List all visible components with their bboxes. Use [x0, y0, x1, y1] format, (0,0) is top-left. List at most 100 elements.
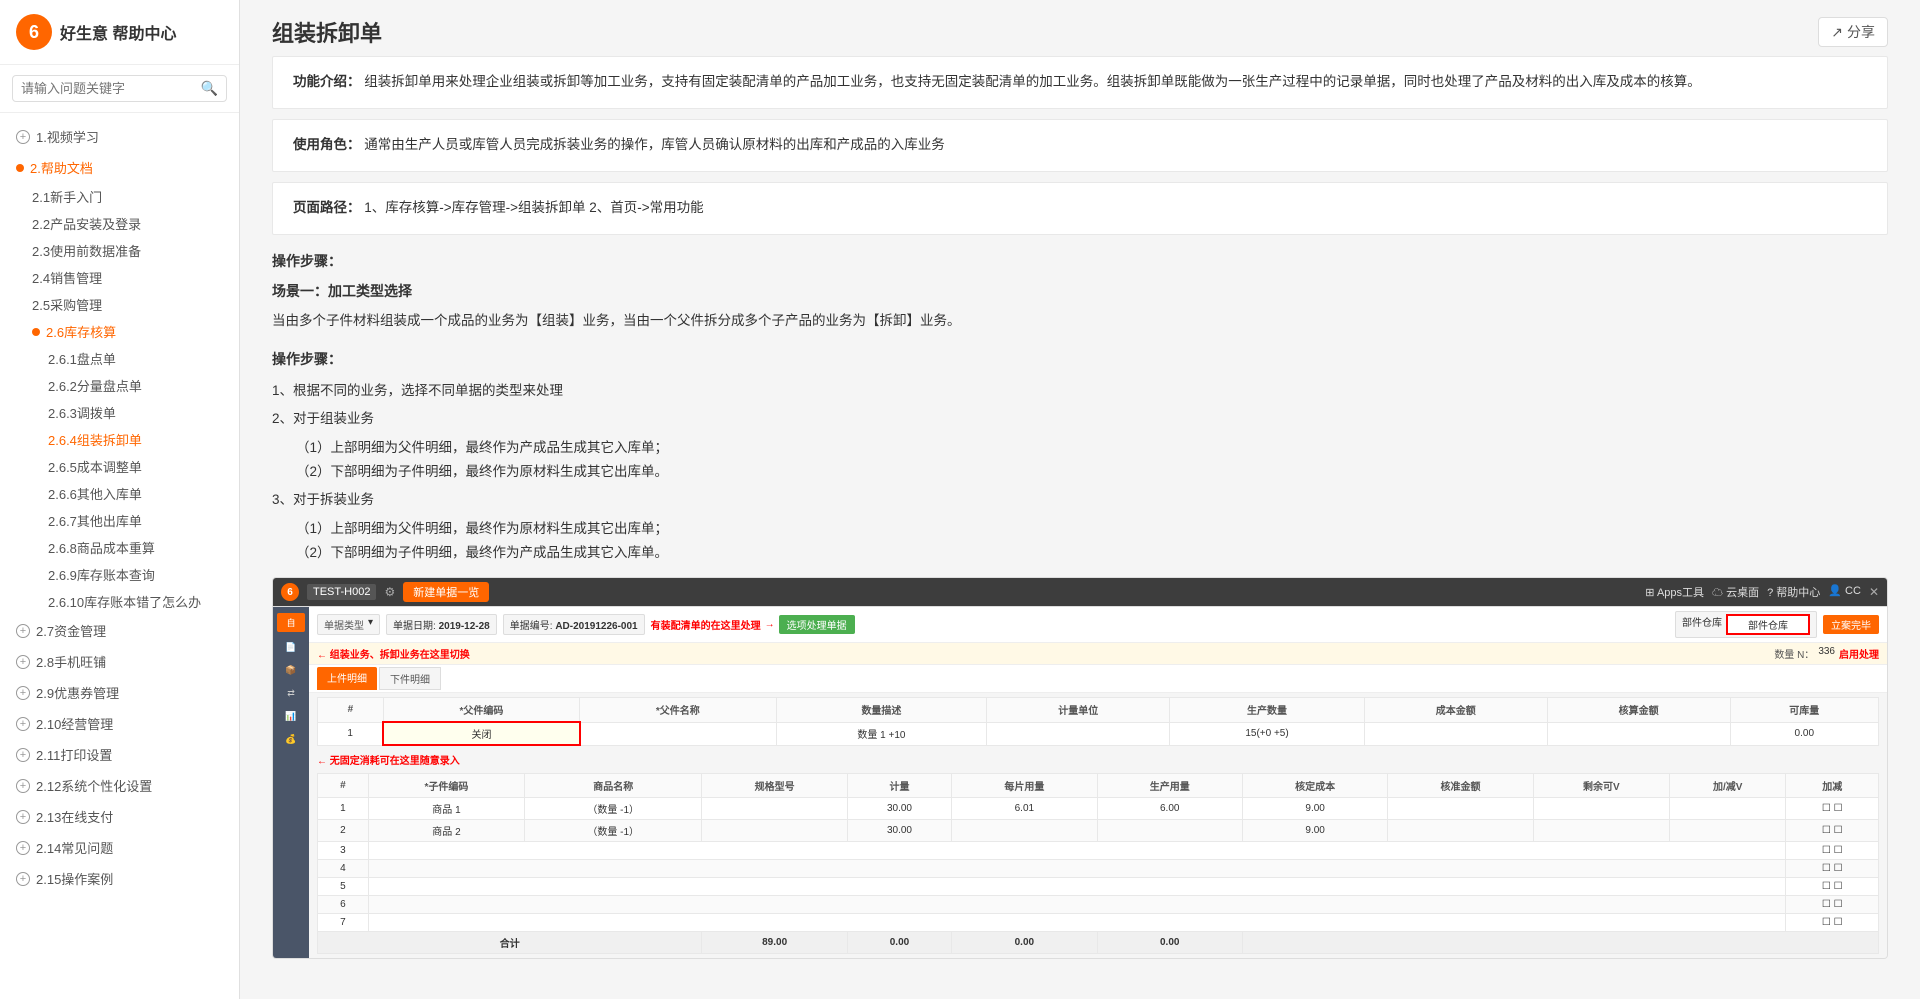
sidebar-item-2.6.9[interactable]: 2.6.9库存账本查询	[0, 561, 239, 588]
mock-code-field: 单据编号: AD-20191226-001	[503, 614, 645, 635]
mock-warehouse-input[interactable]: 部件仓库	[1726, 614, 1810, 635]
sidebar-item-2.6.4[interactable]: 2.6.4组装拆卸单	[0, 426, 239, 453]
mock-assembly-config-annotation: 有装配清单的在这里处理	[651, 617, 761, 632]
step-1: 1、根据不同的业务，选择不同单据的类型来处理	[272, 379, 1888, 403]
sidebar-item-2.4[interactable]: 2.4销售管理	[0, 264, 239, 291]
sidebar-item-2.6.2[interactable]: 2.6.2分量盘点单	[0, 372, 239, 399]
mock-lr3-op: ☐ ☐	[1786, 842, 1879, 860]
sidebar-item-2.6.5[interactable]: 2.6.5成本调整单	[0, 453, 239, 480]
mock-inventory-icon: 📦	[283, 663, 298, 678]
share-label: 分享	[1847, 22, 1875, 42]
mock-new-doc-icon: 📄	[283, 640, 298, 655]
sidebar-item-docs[interactable]: 2.帮助文档	[0, 152, 239, 183]
mock-process-select-btn[interactable]: 选项处理单据	[779, 615, 855, 634]
mock-warehouse-label: 部件仓库	[1682, 614, 1722, 635]
mock-upper-cell-avail: 0.00	[1730, 722, 1878, 745]
mock-lth-name: 商品名称	[525, 774, 702, 798]
search-input[interactable]	[21, 81, 201, 96]
mock-upper-table-container: # *父件编码 *父件名称 数量描述 计量单位 生产数量 成本金额 核算金额 可	[309, 693, 1887, 750]
page-title: 组装拆卸单	[272, 16, 382, 48]
mock-th-prod-qty: 生产数量	[1170, 698, 1365, 723]
step-3-sub-2: （2）下部明细为子件明细，最终作为产成品生成其它入库单。	[296, 541, 1888, 565]
sidebar-item-2.10[interactable]: + 2.10经营管理	[0, 708, 239, 739]
mock-lower-table-head: # *子件编码 商品名称 规格型号 计量 每片用量 生产用量 核定成本 核准金额	[318, 774, 1879, 798]
step-3-sub-1: （1）上部明细为父件明细，最终作为原材料生成其它出库单；	[296, 517, 1888, 541]
role-block: 使用角色： 通常由生产人员或库管人员完成拆装业务的操作，库管人员确认原材料的出库…	[272, 119, 1888, 172]
mock-lower-annotation-area: ← 无固定消耗可在这里随意录入	[309, 750, 1887, 769]
mock-finance-icon: 💰	[283, 732, 298, 747]
main-header: 组装拆卸单 ↗ 分享	[240, 0, 1920, 56]
mock-upper-cell-name	[580, 722, 776, 745]
mock-sidebar-icons: 自 📄 📦 ⇄ 📊 💰	[273, 607, 309, 958]
sidebar-item-2.6.3[interactable]: 2.6.3调拨单	[0, 399, 239, 426]
sidebar-item-2.15[interactable]: + 2.15操作案例	[0, 863, 239, 894]
mock-bill-type-label: 单据类型	[324, 617, 364, 632]
sidebar-item-2.6.7[interactable]: 2.6.7其他出库单	[0, 507, 239, 534]
sidebar-item-2.6[interactable]: 2.6库存核算	[0, 318, 239, 345]
mock-new-btn[interactable]: 新建单据一览	[403, 582, 489, 602]
sidebar-item-2.6.1[interactable]: 2.6.1盘点单	[0, 345, 239, 372]
sidebar-item-2.13[interactable]: + 2.13在线支付	[0, 801, 239, 832]
mock-th-avail: 可库量	[1730, 698, 1878, 723]
mock-bill-type-select[interactable]: 单据类型 ▾	[317, 614, 380, 635]
mock-lr2-spec	[702, 820, 847, 842]
mock-lth-per-use: 每片用量	[952, 774, 1097, 798]
mock-lr2-fc: 9.00	[1242, 820, 1387, 842]
role-label: 使用角色：	[293, 137, 361, 152]
plus-icon-2.8: +	[16, 655, 30, 669]
mock-upper-cell-code: 关闭	[383, 722, 579, 745]
mock-lower-row-3: 3 ☐ ☐	[318, 842, 1879, 860]
role-text: 通常由生产人员或库管人员完成拆装业务的操作，库管人员确认原材料的出库和产成品的入…	[364, 137, 945, 152]
mock-lr7-empty	[368, 914, 1786, 932]
sidebar-item-2.8[interactable]: + 2.8手机旺铺	[0, 646, 239, 677]
mock-th-unit: 计量单位	[987, 698, 1170, 723]
mock-lr4-empty	[368, 860, 1786, 878]
mock-lr1-per: 6.01	[952, 798, 1097, 820]
sidebar-item-2.9[interactable]: + 2.9优惠券管理	[0, 677, 239, 708]
mock-form-toolbar: 单据类型 ▾ 单据日期: 2019-12-28 单据编号: AD-2019122…	[309, 607, 1887, 643]
function-label: 功能介绍：	[293, 74, 361, 89]
mock-upper-tab[interactable]: 上件明细	[317, 667, 377, 690]
sidebar-item-docs-label: 2.帮助文档	[30, 158, 93, 177]
main-content: 组装拆卸单 ↗ 分享 功能介绍： 组装拆卸单用来处理企业组装或拆卸等加工业务，支…	[240, 0, 1920, 999]
logo-icon: 6	[16, 14, 52, 50]
mock-close-icon[interactable]: ✕	[1869, 585, 1879, 599]
sidebar-item-2.6.6[interactable]: 2.6.6其他入库单	[0, 480, 239, 507]
mock-lower-row-7: 7 ☐ ☐	[318, 914, 1879, 932]
sidebar-item-2.2[interactable]: 2.2产品安装及登录	[0, 210, 239, 237]
sidebar-item-2.14[interactable]: + 2.14常见问题	[0, 832, 239, 863]
mock-th-parent-name: *父件名称	[580, 698, 776, 723]
mock-lr1-ca	[1388, 798, 1533, 820]
mock-footer-v2: 0.00	[847, 932, 951, 954]
mock-confirm-btn[interactable]: 立案完毕	[1823, 615, 1879, 634]
mock-upper-cell-qdesc: 数量 1 +10	[776, 722, 987, 745]
sidebar-nav: + 1.视频学习 2.帮助文档 2.1新手入门 2.2产品安装及登录 2.3使用…	[0, 113, 239, 999]
sidebar-item-2.1[interactable]: 2.1新手入门	[0, 183, 239, 210]
mock-lth-remain: 剩余可V	[1533, 774, 1669, 798]
mock-lth-code: *子件编码	[368, 774, 524, 798]
sidebar-item-2.12[interactable]: + 2.12系统个性化设置	[0, 770, 239, 801]
mock-lr2-add	[1669, 820, 1785, 842]
sidebar-item-2.5[interactable]: 2.5采购管理	[0, 291, 239, 318]
plus-icon-2.11: +	[16, 748, 30, 762]
step-3: 3、对于拆装业务	[272, 488, 1888, 512]
search-wrapper[interactable]: 🔍	[12, 75, 227, 102]
mock-arrow-right: →	[765, 619, 775, 630]
search-icon[interactable]: 🔍	[201, 80, 218, 97]
sidebar-item-2.7[interactable]: + 2.7资金管理	[0, 615, 239, 646]
mock-lr1-spec	[702, 798, 847, 820]
mock-lower-tab[interactable]: 下件明细	[379, 667, 441, 690]
path-label: 页面路径：	[293, 200, 361, 215]
content-area: 功能介绍： 组装拆卸单用来处理企业组装或拆卸等加工业务，支持有固定装配清单的产品…	[240, 56, 1920, 991]
mock-lower-row-2: 2 商品 2 （数量 -1） 30.00 9.00	[318, 820, 1879, 842]
scenario-1-desc: 当由多个子件材料组装成一个成品的业务为【组装】业务，当由一个父件拆分成多个子产品…	[272, 309, 1888, 333]
sidebar-item-2.11[interactable]: + 2.11打印设置	[0, 739, 239, 770]
sidebar-item-2.6.10[interactable]: 2.6.10库存账本错了怎么办	[0, 588, 239, 615]
mock-bill-type-value: ▾	[368, 617, 373, 632]
sidebar-item-2.6.8[interactable]: 2.6.8商品成本重算	[0, 534, 239, 561]
sidebar-item-video[interactable]: + 1.视频学习	[0, 121, 239, 152]
mock-lr1-fc: 9.00	[1242, 798, 1387, 820]
sidebar-item-2.3[interactable]: 2.3使用前数据准备	[0, 237, 239, 264]
share-button[interactable]: ↗ 分享	[1818, 17, 1888, 47]
share-icon: ↗	[1831, 24, 1843, 41]
